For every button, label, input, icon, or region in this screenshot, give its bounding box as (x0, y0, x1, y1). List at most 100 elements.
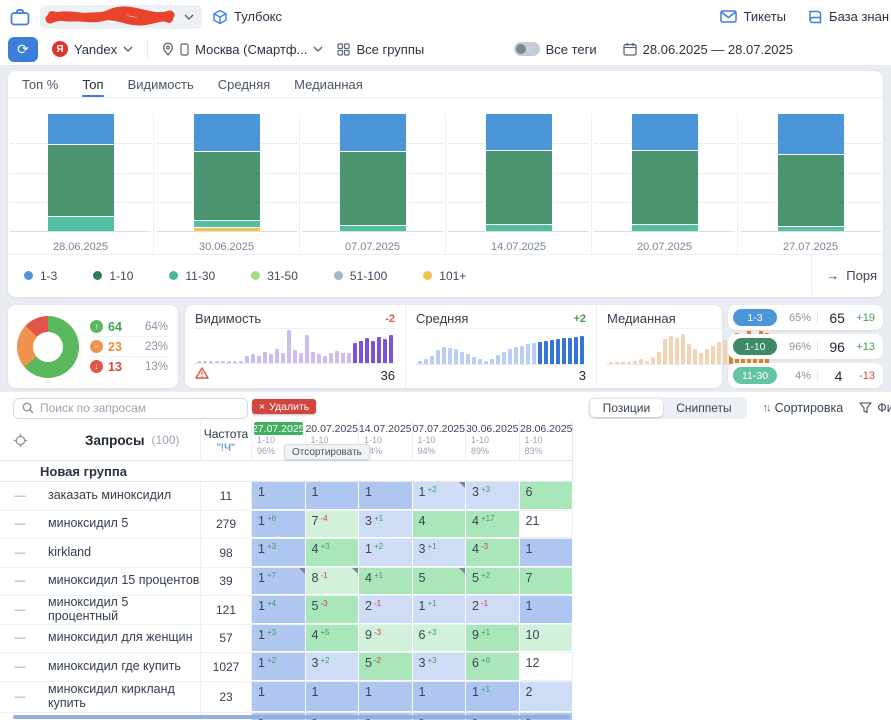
legend-item-11-30[interactable]: 11-30 (169, 269, 215, 283)
position-cell[interactable]: 10 (519, 624, 573, 652)
bar-segment-1-10[interactable] (193, 151, 260, 221)
tab-median[interactable]: Медианная (294, 72, 363, 96)
position-cell[interactable]: 9 -3 (359, 624, 413, 652)
queries-header[interactable]: Запросы (100) (40, 420, 200, 460)
bar-segment-1-3[interactable] (193, 114, 260, 152)
group-row[interactable]: Новая группа (0, 461, 572, 482)
date-range-picker[interactable]: 28.06.2025 — 28.07.2025 (622, 42, 793, 57)
date-column-header[interactable]: 07.07.2025 1-10 94% (412, 420, 466, 460)
filter-button[interactable]: Фил (859, 401, 891, 415)
position-cell[interactable]: 1 (412, 681, 466, 712)
position-cell[interactable]: 6 +3 (412, 624, 466, 652)
position-cell[interactable]: 4 +1 (359, 567, 413, 595)
bar-segment-1-10[interactable] (47, 144, 114, 216)
bar-segment-11-30[interactable] (631, 223, 698, 231)
sort-button[interactable]: ↑↓ Сортировка (763, 401, 844, 415)
stacked-bar[interactable] (777, 114, 844, 231)
date-column-header[interactable]: 28.06.2025 1-10 83% (520, 420, 574, 460)
bar-segment-1-3[interactable] (485, 114, 552, 151)
query-cell[interactable]: миноксидил 5 (40, 511, 200, 539)
groups-selector[interactable]: Все группы (337, 42, 424, 57)
position-cell[interactable]: 1 (252, 681, 306, 712)
legend-item-1-3[interactable]: 1-3 (24, 269, 57, 283)
position-cell[interactable]: 1 (359, 681, 413, 712)
position-cell[interactable]: 1 +2 (359, 539, 413, 567)
row-drag-handle[interactable]: — (0, 568, 40, 596)
bar-segment-1-10[interactable] (339, 151, 406, 226)
position-cell[interactable]: 5 (412, 567, 466, 595)
search-input[interactable] (40, 401, 239, 415)
tickets-link[interactable]: Тикеты (720, 9, 786, 24)
position-cell[interactable]: 1 +2 (252, 653, 306, 681)
refresh-button[interactable]: ⟳ (8, 36, 38, 62)
stacked-bar[interactable] (485, 114, 552, 231)
bar-segment-1-10[interactable] (777, 153, 844, 227)
position-cell[interactable]: 1 (519, 596, 573, 624)
query-cell[interactable]: миноксидил 5 процентный (40, 596, 200, 624)
table-row[interactable]: — миноксидил 15 процентов 39 1 +7 8 -1 4 +1 5 5 +2 7 (0, 567, 573, 596)
query-cell[interactable]: миноксидил где купить (40, 653, 200, 681)
tab-average[interactable]: Средняя (218, 72, 270, 96)
position-cell[interactable]: 3 +1 (359, 510, 413, 538)
search-box[interactable] (13, 397, 248, 419)
summary-panel-Средняя[interactable]: Средняя +2 3 (405, 305, 596, 388)
table-row[interactable]: — миноксидил 5 процентный 121 1 +4 5 -3 2 -1 1 +1 2… (0, 596, 573, 625)
order-link[interactable]: → Поря (811, 255, 883, 296)
row-drag-handle[interactable]: — (0, 511, 40, 539)
position-cell[interactable]: 3 +3 (412, 653, 466, 681)
frequency-header[interactable]: Частота "!Ч" (200, 420, 252, 460)
tab-top[interactable]: Топ (82, 72, 104, 97)
row-drag-handle[interactable]: — (0, 653, 40, 681)
bar-segment-1-3[interactable] (777, 114, 844, 154)
position-cell[interactable]: 1 (252, 482, 306, 510)
position-cell[interactable]: 1 +2 (412, 482, 466, 510)
search-engine-selector[interactable]: Я Yandex (52, 41, 133, 57)
tab-visibility[interactable]: Видимость (128, 72, 194, 96)
position-cell[interactable]: 1 +6 (252, 510, 306, 538)
position-cell[interactable]: 1 +1 (466, 681, 520, 712)
position-cell[interactable]: 1 +7 (252, 567, 306, 595)
legend-item-51-100[interactable]: 51-100 (333, 269, 387, 283)
top-stat-row-1-3[interactable]: 1-3 65% 65 +19 (728, 305, 883, 330)
bar-segment-101+[interactable] (193, 227, 260, 231)
bar-segment-11-30[interactable] (777, 226, 844, 231)
position-cell[interactable]: 4 -3 (466, 539, 520, 567)
position-cell[interactable]: 9 +1 (466, 624, 520, 652)
table-row[interactable]: — миноксидил для женщин 57 1 +3 4 +5 9 -3 6 +3 9 +1 1… (0, 624, 573, 653)
position-cell[interactable]: 1 +1 (412, 596, 466, 624)
table-row[interactable]: — миноксидил где купить 1027 1 +2 3 +2 5 -2 3 +3 6 +… (0, 653, 573, 682)
table-row[interactable]: — kirkland 98 1 +3 4 +3 1 +2 3 +1 4 -3 1 (0, 539, 573, 568)
legend-item-31-50[interactable]: 31-50 (251, 269, 298, 283)
position-cell[interactable]: 3 +3 (466, 482, 520, 510)
position-cell[interactable]: 2 -1 (466, 596, 520, 624)
position-cell[interactable]: 6 +6 (466, 653, 520, 681)
bar-segment-1-3[interactable] (631, 114, 698, 151)
select-all-cell[interactable] (0, 420, 40, 460)
toolbox-link[interactable]: Тулбокс (212, 9, 282, 25)
query-cell[interactable]: kirkland (40, 539, 200, 567)
position-cell[interactable]: 21 (519, 510, 573, 538)
bar-segment-1-10[interactable] (631, 150, 698, 224)
query-cell[interactable]: миноксидил киркланд купить (40, 682, 200, 713)
stacked-bar[interactable] (339, 114, 406, 231)
position-cell[interactable]: 1 +4 (252, 596, 306, 624)
tab-top-percent[interactable]: Топ % (22, 72, 58, 96)
delete-button[interactable]: × Удалить (252, 399, 317, 414)
query-cell[interactable]: миноксидил 15 процентов (40, 568, 200, 596)
row-drag-handle[interactable]: — (0, 482, 40, 510)
project-selector[interactable] (40, 4, 202, 29)
warning-icon[interactable] (195, 366, 209, 384)
snippets-tab[interactable]: Сниппеты (663, 399, 744, 417)
position-cell[interactable]: 2 -1 (359, 596, 413, 624)
bar-segment-1-3[interactable] (339, 114, 406, 152)
stacked-bar[interactable] (193, 114, 260, 231)
tags-toggle[interactable]: Все теги (513, 42, 597, 57)
row-drag-handle[interactable]: — (0, 539, 40, 567)
stacked-bar[interactable] (631, 114, 698, 231)
region-selector[interactable]: Москва (Смартф... (162, 42, 323, 57)
positions-tab[interactable]: Позиции (589, 399, 664, 417)
position-cell[interactable]: 1 (305, 681, 359, 712)
position-cell[interactable]: 7 -4 (305, 510, 359, 538)
position-cell[interactable]: 1 (519, 539, 573, 567)
horizontal-scrollbar[interactable] (13, 715, 570, 719)
